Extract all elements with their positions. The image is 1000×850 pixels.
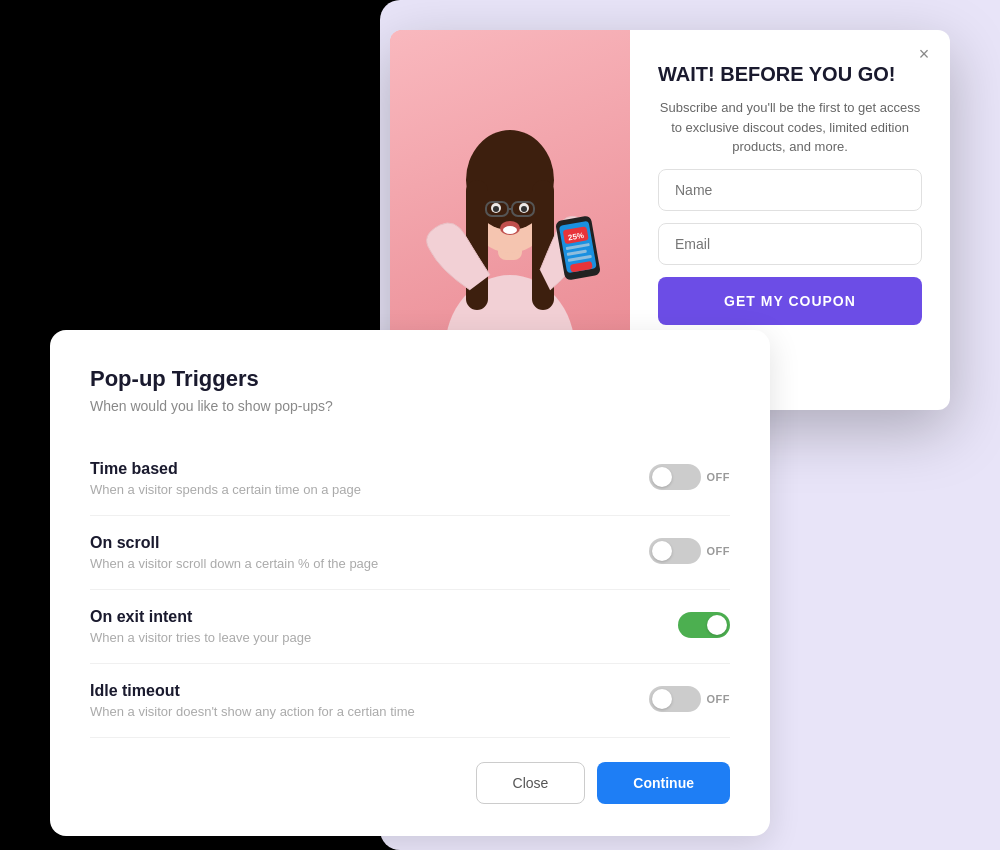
trigger-row-exit-intent: On exit intent When a visitor tries to l…	[90, 590, 730, 664]
toggle-wrapper-on-scroll: OFF	[649, 538, 731, 564]
toggle-wrapper-idle-timeout: OFF	[649, 686, 731, 712]
trigger-text-on-scroll: On scroll When a visitor scroll down a c…	[90, 534, 378, 571]
toggle-off-label-time-based: OFF	[707, 471, 731, 483]
toggle-thumb-exit-intent	[707, 615, 727, 635]
panel-title: Pop-up Triggers	[90, 366, 730, 392]
toggle-idle-timeout[interactable]	[649, 686, 701, 712]
popup-close-button[interactable]: ×	[912, 42, 936, 66]
trigger-text-time-based: Time based When a visitor spends a certa…	[90, 460, 361, 497]
trigger-text-idle-timeout: Idle timeout When a visitor doesn't show…	[90, 682, 415, 719]
email-input[interactable]	[658, 223, 922, 265]
svg-point-14	[503, 226, 517, 234]
toggle-wrapper-exit-intent	[678, 612, 730, 638]
get-coupon-button[interactable]: GET MY COUPON	[658, 277, 922, 325]
panel-actions: Close Continue	[90, 762, 730, 804]
close-button[interactable]: Close	[476, 762, 586, 804]
trigger-label-time-based: Time based	[90, 460, 361, 478]
trigger-desc-on-scroll: When a visitor scroll down a certain % o…	[90, 556, 378, 571]
toggle-off-label-idle-timeout: OFF	[707, 693, 731, 705]
panel-card: Pop-up Triggers When would you like to s…	[50, 330, 770, 836]
trigger-label-idle-timeout: Idle timeout	[90, 682, 415, 700]
trigger-desc-exit-intent: When a visitor tries to leave your page	[90, 630, 311, 645]
popup-title: WAIT! BEFORE YOU GO!	[658, 62, 922, 86]
trigger-desc-time-based: When a visitor spends a certain time on …	[90, 482, 361, 497]
toggle-exit-intent[interactable]	[678, 612, 730, 638]
toggle-off-label-on-scroll: OFF	[707, 545, 731, 557]
trigger-row-idle-timeout: Idle timeout When a visitor doesn't show…	[90, 664, 730, 738]
trigger-desc-idle-timeout: When a visitor doesn't show any action f…	[90, 704, 415, 719]
toggle-time-based[interactable]	[649, 464, 701, 490]
trigger-row-time-based: Time based When a visitor spends a certa…	[90, 442, 730, 516]
toggle-thumb-on-scroll	[652, 541, 672, 561]
panel-subtitle: When would you like to show pop-ups?	[90, 398, 730, 414]
popup-subtitle: Subscribe and you'll be the first to get…	[658, 98, 922, 157]
toggle-wrapper-time-based: OFF	[649, 464, 731, 490]
trigger-label-exit-intent: On exit intent	[90, 608, 311, 626]
svg-point-9	[521, 206, 527, 212]
continue-button[interactable]: Continue	[597, 762, 730, 804]
toggle-thumb-idle-timeout	[652, 689, 672, 709]
toggle-thumb-time-based	[652, 467, 672, 487]
toggle-on-scroll[interactable]	[649, 538, 701, 564]
svg-point-8	[493, 206, 499, 212]
trigger-label-on-scroll: On scroll	[90, 534, 378, 552]
name-input[interactable]	[658, 169, 922, 211]
trigger-text-exit-intent: On exit intent When a visitor tries to l…	[90, 608, 311, 645]
trigger-row-on-scroll: On scroll When a visitor scroll down a c…	[90, 516, 730, 590]
